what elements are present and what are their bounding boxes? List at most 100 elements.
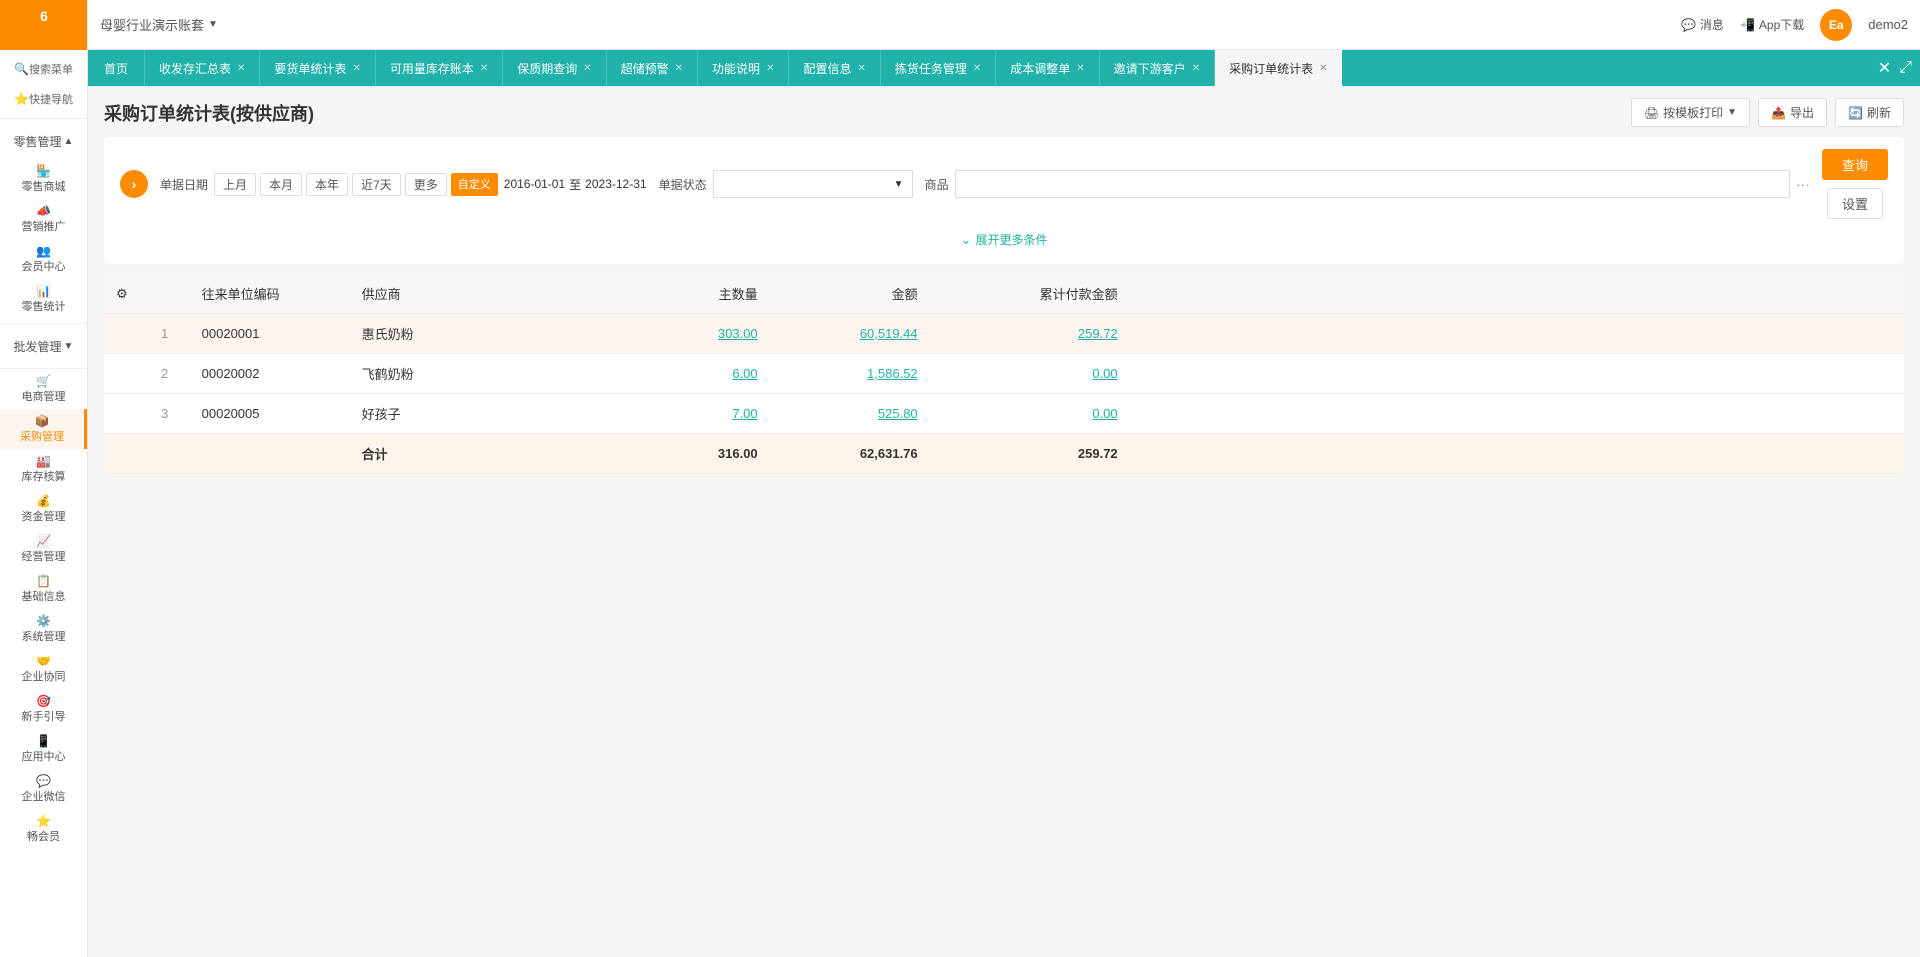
operation-icon: 📈 [36, 534, 51, 548]
row-amount[interactable]: 60,519.44 [770, 314, 930, 354]
table-row[interactable]: 3 00020005 好孩子 7.00 525.80 0.00 [104, 394, 1904, 434]
row-qty[interactable]: 7.00 [630, 394, 770, 434]
sidebar-item-stock[interactable]: 🏭 库存核算 [0, 449, 87, 489]
basic-icon: 📋 [36, 574, 51, 588]
date-from: 2016-01-01 [504, 177, 565, 191]
refresh-button[interactable]: 🔄 刷新 [1835, 98, 1904, 127]
tab-cost[interactable]: 成本调整单 ✕ [996, 50, 1099, 86]
sidebar-item-retail[interactable]: 零售管理 ▲ [0, 123, 87, 159]
sidebar-item-newbie[interactable]: 🎯 新手引导 [0, 689, 87, 729]
tab-func-desc[interactable]: 功能说明 ✕ [698, 50, 789, 86]
logo-label: 标题 [34, 35, 54, 50]
footer-amount: 62,631.76 [770, 434, 930, 474]
close-icon[interactable]: ✕ [1192, 63, 1200, 74]
tab-warranty[interactable]: 保质期查询 ✕ [503, 50, 606, 86]
tab-available-stock[interactable]: 可用量库存账本 ✕ [376, 50, 503, 86]
tab-config[interactable]: 配置信息 ✕ [789, 50, 880, 86]
close-icon[interactable]: ✕ [583, 63, 591, 74]
quick-nav-item[interactable]: ⭐ 快捷导航 [0, 84, 87, 114]
sidebar-item-basic-info[interactable]: 📋 基础信息 [0, 569, 87, 609]
export-label: 导出 [1790, 104, 1814, 121]
row-paid[interactable]: 0.00 [930, 354, 1130, 394]
app-download-label: App下载 [1759, 16, 1804, 33]
tab-invite[interactable]: 邀请下游客户 ✕ [1100, 50, 1215, 86]
sidebar-item-system[interactable]: ⚙️ 系统管理 [0, 609, 87, 649]
custom-btn[interactable]: 自定义 [451, 173, 498, 196]
data-table-container: ⚙ 往来单位编码 供应商 主数量 金额 累计付款金额 1 00020001 [104, 274, 1904, 474]
tab-overstock[interactable]: 超储预警 ✕ [607, 50, 698, 86]
last-month-btn[interactable]: 上月 [214, 173, 256, 196]
row-amount[interactable]: 1,586.52 [770, 354, 930, 394]
query-button[interactable]: 查询 [1822, 149, 1888, 180]
marketing-icon: 📣 [36, 204, 51, 218]
export-button[interactable]: 📤 导出 [1758, 98, 1827, 127]
logo: 6 标题 [0, 0, 87, 50]
sidebar-item-member2[interactable]: ⭐ 畅会员 [0, 809, 87, 849]
close-icon[interactable]: ✕ [480, 63, 488, 74]
tab-home[interactable]: 首页 [88, 50, 145, 86]
close-icon[interactable]: ✕ [237, 63, 245, 74]
tab-purchase-label: 采购订单统计表 [1229, 60, 1313, 77]
newbie-icon: 🎯 [36, 694, 51, 708]
sidebar-item-finance[interactable]: 💰 资金管理 [0, 489, 87, 529]
sidebar-item-member[interactable]: 👥 会员中心 [0, 239, 87, 279]
expand-more-btn[interactable]: ⌄ 展开更多条件 [953, 227, 1056, 252]
search-menu-item[interactable]: 🔍 搜索菜单 [0, 54, 87, 84]
more-options-icon[interactable]: ··· [1796, 176, 1810, 192]
purchase-icon: 📦 [35, 414, 50, 428]
sidebar-item-app-center[interactable]: 📱 应用中心 [0, 729, 87, 769]
sidebar-item-purchase[interactable]: 📦 采购管理 [0, 409, 87, 449]
row-qty[interactable]: 303.00 [630, 314, 770, 354]
tab-pickup[interactable]: 拣货任务管理 ✕ [881, 50, 996, 86]
page-content: 采购订单统计表(按供应商) 🖨 按模板打印 ▼ 📤 导出 🔄 刷新 [88, 86, 1920, 957]
table-row[interactable]: 1 00020001 惠氏奶粉 303.00 60,519.44 259.72 [104, 314, 1904, 354]
close-icon[interactable]: ✕ [766, 63, 774, 74]
tab-stock-label: 可用量库存账本 [390, 60, 474, 77]
row-code: 00020001 [190, 314, 350, 354]
message-btn[interactable]: 💬 消息 [1681, 16, 1724, 33]
date-range-display: 2016-01-01 至 2023-12-31 [504, 176, 647, 193]
7days-btn[interactable]: 近7天 [352, 173, 401, 196]
sidebar-item-wechat[interactable]: 💬 企业微信 [0, 769, 87, 809]
sidebar-item-wholesale[interactable]: 批发管理 ▼ [0, 328, 87, 364]
avatar[interactable]: Ea [1820, 9, 1852, 41]
print-button[interactable]: 🖨 按模板打印 ▼ [1631, 98, 1750, 127]
close-icon[interactable]: ✕ [675, 63, 683, 74]
this-month-btn[interactable]: 本月 [260, 173, 302, 196]
sidebar-item-enterprise[interactable]: 🤝 企业协同 [0, 649, 87, 689]
row-qty[interactable]: 6.00 [630, 354, 770, 394]
settings-button[interactable]: 设置 [1827, 188, 1883, 219]
row-amount[interactable]: 525.80 [770, 394, 930, 434]
this-year-btn[interactable]: 本年 [306, 173, 348, 196]
row-num: 2 [140, 354, 190, 394]
row-supplier: 惠氏奶粉 [350, 314, 630, 354]
sidebar-item-retail-stats[interactable]: 📊 零售统计 [0, 279, 87, 319]
goods-input[interactable] [955, 170, 1790, 198]
sidebar-item-marketing[interactable]: 📣 营销推广 [0, 199, 87, 239]
table-row[interactable]: 2 00020002 飞鹤奶粉 6.00 1,586.52 0.00 [104, 354, 1904, 394]
tab-purchase-summary[interactable]: 采购订单统计表 ✕ [1215, 50, 1342, 86]
sidebar-item-retail-shop[interactable]: 🏪 零售商城 [0, 159, 87, 199]
account-name: 母婴行业演示账套 [100, 15, 204, 34]
col-code-header: 往来单位编码 [190, 274, 350, 314]
close-icon[interactable]: ✕ [857, 63, 865, 74]
close-icon[interactable]: ✕ [1319, 63, 1327, 74]
row-paid[interactable]: 0.00 [930, 394, 1130, 434]
close-icon[interactable]: ✕ [1076, 63, 1084, 74]
filter-toggle-btn[interactable]: › [120, 170, 148, 198]
tab-collect-send[interactable]: 收发存汇总表 ✕ [145, 50, 260, 86]
row-paid[interactable]: 259.72 [930, 314, 1130, 354]
close-tab-btn[interactable]: ✕ [1878, 58, 1891, 78]
more-btn[interactable]: 更多 [405, 173, 447, 196]
sidebar-item-ecommerce[interactable]: 🛒 电商管理 [0, 369, 87, 409]
close-icon[interactable]: ✕ [973, 63, 981, 74]
tab-demand-summary[interactable]: 要货单统计表 ✕ [260, 50, 375, 86]
account-selector[interactable]: 母婴行业演示账套 ▼ [100, 15, 218, 34]
row-supplier: 好孩子 [350, 394, 630, 434]
app-download-btn[interactable]: 📲 App下载 [1740, 16, 1804, 33]
col-settings-header[interactable]: ⚙ [104, 274, 140, 314]
sidebar-item-operation[interactable]: 📈 经营管理 [0, 529, 87, 569]
maximize-btn[interactable]: ⤢ [1899, 59, 1912, 77]
close-icon[interactable]: ✕ [352, 63, 360, 74]
status-select[interactable]: ▼ [713, 170, 913, 198]
